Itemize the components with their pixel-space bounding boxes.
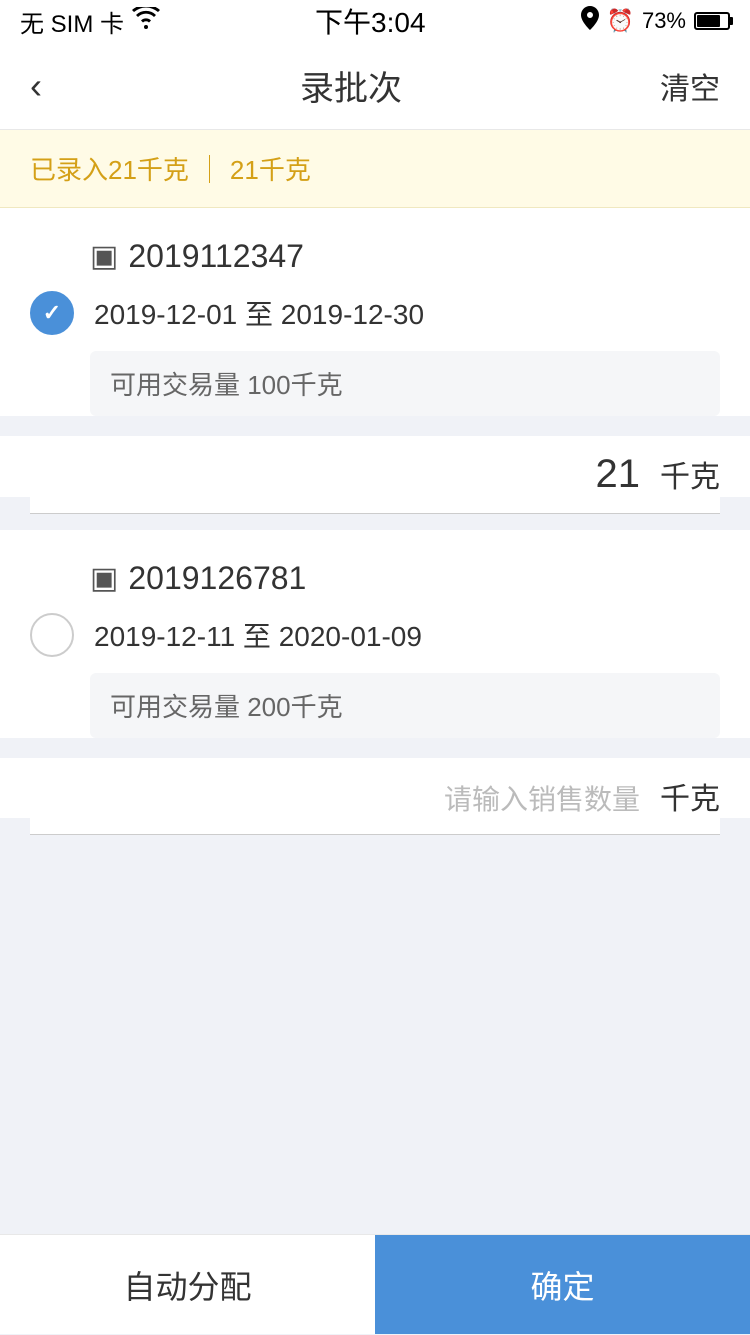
amount-unit-1: 千克 — [660, 452, 720, 496]
batch-id-1: 2019112347 — [128, 238, 304, 275]
batch-icon-2: ▣ — [90, 561, 118, 596]
main-content: 已录入21千克 21千克 ▣ 2019112347 2019-12-01 至 2… — [0, 130, 750, 1335]
batch-avail-row-2: 可用交易量 200千克 — [90, 673, 720, 738]
battery-icon — [694, 12, 730, 30]
batch-avail-1: 可用交易量 100千克 — [110, 370, 343, 400]
section-divider — [0, 514, 750, 530]
batch-date-row-1: 2019-12-01 至 2019-12-30 — [30, 291, 720, 335]
batch-item-2: ▣ 2019126781 2019-12-11 至 2020-01-09 可用交… — [0, 530, 750, 738]
batch-id-row-2: ▣ 2019126781 — [30, 560, 720, 597]
radio-btn-2[interactable] — [30, 613, 74, 657]
confirm-button[interactable]: 确定 — [375, 1235, 750, 1334]
batch-date-row-2: 2019-12-11 至 2020-01-09 — [30, 613, 720, 657]
radio-btn-1[interactable] — [30, 291, 74, 335]
clear-button[interactable]: 清空 — [660, 64, 720, 108]
batch-date-2: 2019-12-11 至 2020-01-09 — [94, 615, 422, 655]
status-right: ⏰ 73% — [581, 6, 730, 36]
bottom-bar: 自动分配 确定 — [0, 1234, 750, 1334]
input-unit-2: 千克 — [660, 774, 720, 818]
auto-distribute-button[interactable]: 自动分配 — [0, 1235, 375, 1334]
amount-row-1: 21 千克 — [0, 436, 750, 497]
batch-date-1: 2019-12-01 至 2019-12-30 — [94, 293, 424, 333]
page-title: 录批次 — [300, 61, 402, 110]
status-bar: 无 SIM 卡 下午3:04 ⏰ 73% — [0, 0, 750, 42]
batch-avail-row-1: 可用交易量 100千克 — [90, 351, 720, 416]
no-sim-text: 无 SIM 卡 — [20, 4, 124, 39]
batch-icon-1: ▣ — [90, 239, 118, 274]
wifi-icon — [132, 7, 160, 36]
batch-id-2: 2019126781 — [128, 560, 306, 597]
empty-space — [0, 835, 750, 1235]
location-icon — [581, 6, 599, 36]
input-underline-2 — [30, 818, 720, 835]
alarm-icon: ⏰ — [607, 8, 634, 34]
input-row-2: 请输入销售数量 千克 — [0, 758, 750, 818]
status-time: 下午3:04 — [315, 1, 426, 41]
batch-item-1: ▣ 2019112347 2019-12-01 至 2019-12-30 可用交… — [0, 208, 750, 416]
recorded-value: 21千克 — [230, 150, 311, 187]
nav-bar: ‹ 录批次 清空 — [0, 42, 750, 130]
batch-id-row-1: ▣ 2019112347 — [30, 238, 720, 275]
recorded-label: 已录入21千克 — [30, 150, 189, 187]
amount-underline-1 — [30, 497, 720, 514]
battery-text: 73% — [642, 8, 686, 34]
batch-avail-2: 可用交易量 200千克 — [110, 692, 343, 722]
input-placeholder-2[interactable]: 请输入销售数量 — [444, 778, 640, 818]
info-divider — [209, 155, 210, 183]
back-button[interactable]: ‹ — [30, 65, 42, 107]
info-banner: 已录入21千克 21千克 — [0, 130, 750, 208]
amount-value-1: 21 — [596, 452, 641, 497]
status-left: 无 SIM 卡 — [20, 4, 160, 39]
